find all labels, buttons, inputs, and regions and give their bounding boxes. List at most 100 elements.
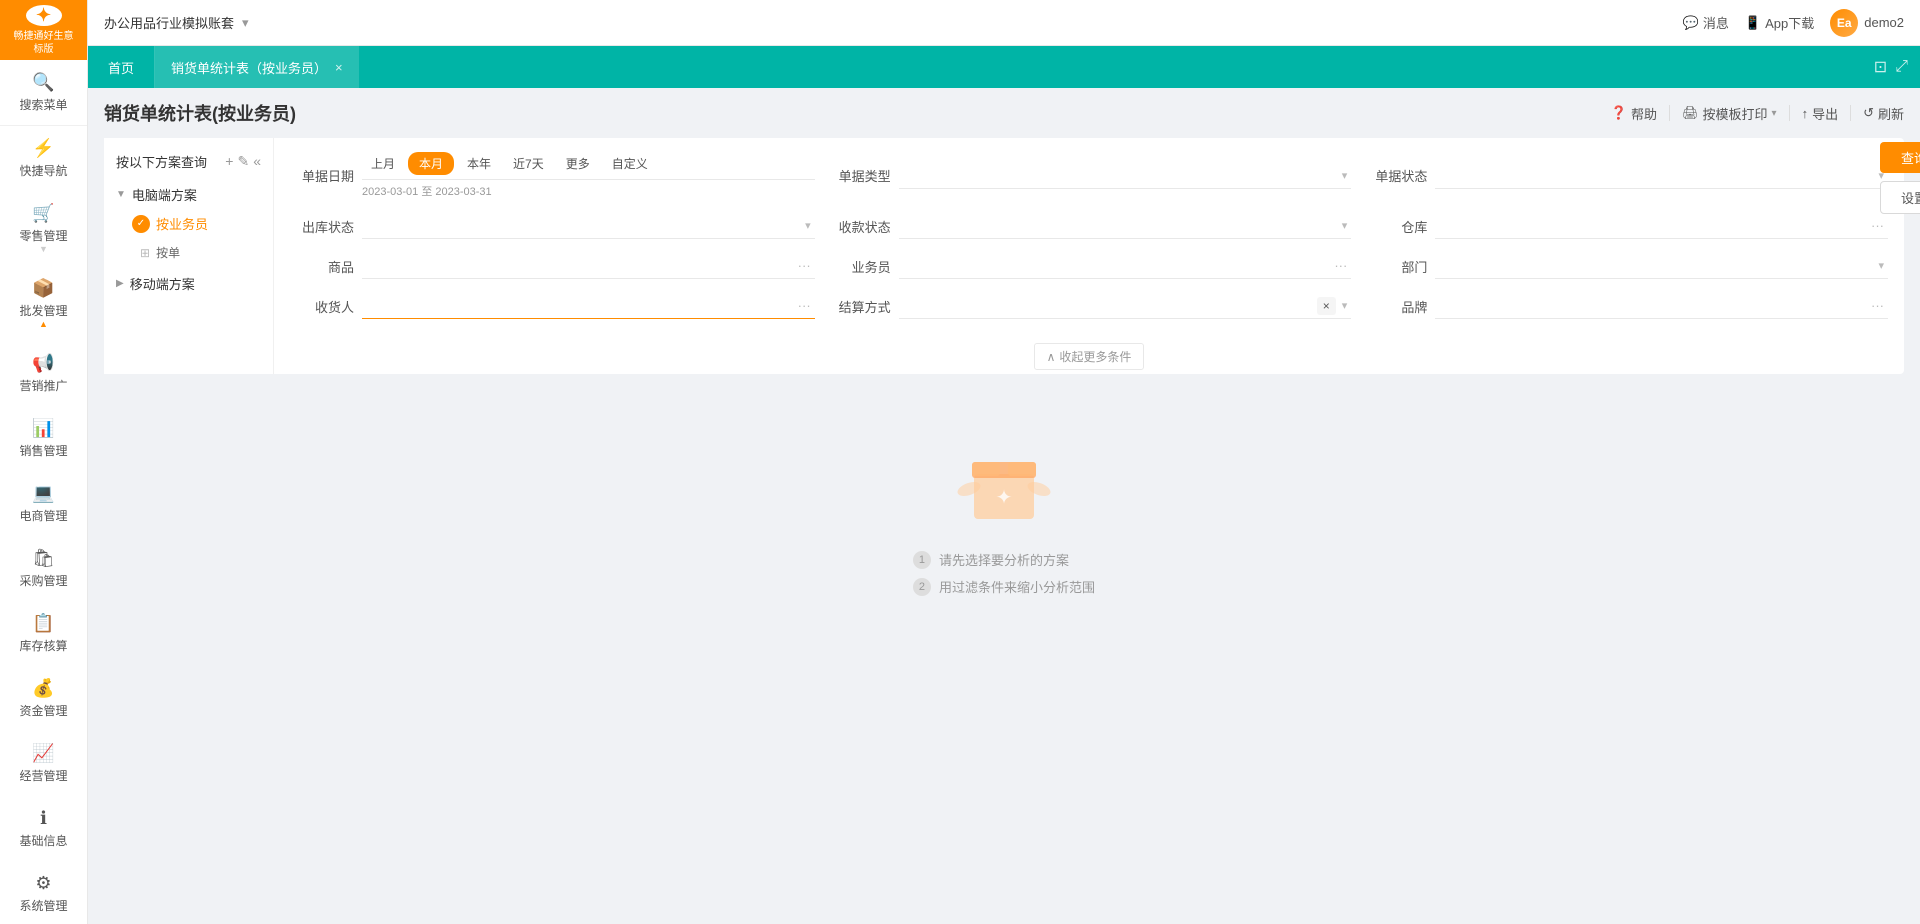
warehouse-label: 仓库	[1363, 217, 1427, 236]
sidebar-item-system[interactable]: ⚙ 系统管理	[0, 861, 87, 924]
product-field[interactable]: ···	[362, 253, 815, 279]
user-name: demo2	[1864, 15, 1904, 30]
out-status-select[interactable]: ▾	[362, 213, 815, 239]
basic-info-icon: ℹ	[40, 808, 47, 829]
department-filter: 部门 ▾	[1363, 253, 1888, 279]
date-custom[interactable]: 自定义	[603, 152, 657, 175]
nav-icon: ⚡	[32, 138, 54, 159]
doc-type-select[interactable]: ▾	[899, 163, 1352, 189]
tab-fullscreen-icon[interactable]: ⤢	[1895, 58, 1908, 76]
marketing-icon: 📢	[32, 353, 54, 374]
sidebar-operations-label: 经营管理	[19, 767, 67, 784]
salesperson-dots[interactable]: ···	[1334, 258, 1347, 273]
edit-scheme-button[interactable]: ✎	[237, 153, 249, 170]
scheme-by-salesperson[interactable]: ✓ 按业务员	[104, 208, 273, 239]
warehouse-field[interactable]: ···	[1435, 213, 1888, 239]
sidebar-purchase-label: 采购管理	[19, 572, 67, 589]
tab-restore-icon[interactable]: ⊡	[1874, 57, 1887, 77]
hint-num-1: 1	[913, 551, 931, 569]
brand-dots[interactable]: ···	[1871, 298, 1884, 313]
export-button[interactable]: ↑ 导出	[1802, 104, 1839, 123]
collapse-scheme-button[interactable]: «	[253, 153, 261, 170]
receive-status-label: 收款状态	[827, 217, 891, 236]
sidebar-item-wholesale[interactable]: 📦 批发管理 ▲	[0, 266, 87, 341]
product-dots[interactable]: ···	[798, 258, 811, 273]
query-button[interactable]: 查询	[1880, 142, 1920, 173]
app-download-button[interactable]: 📱 App下载	[1745, 13, 1814, 32]
pc-group-header[interactable]: ▼ 电脑端方案	[104, 181, 273, 208]
refresh-icon: ↺	[1863, 105, 1874, 121]
receive-status-filter: 收款状态 ▾	[827, 213, 1352, 239]
sidebar-item-inventory[interactable]: 📋 库存核算	[0, 601, 87, 666]
department-field[interactable]: ▾	[1435, 253, 1888, 279]
date-this-year[interactable]: 本年	[458, 152, 500, 175]
user-menu[interactable]: Ea demo2	[1830, 9, 1904, 37]
tab-home[interactable]: 首页	[88, 46, 155, 88]
filter-row-3: 商品 ··· 业务员 ···	[274, 239, 1904, 279]
date-more[interactable]: 更多	[557, 152, 599, 175]
top-header: 办公用品行业模拟账套 ▾ 💬 消息 📱 App下载 Ea demo2	[88, 0, 1920, 46]
doc-status-select[interactable]: ▾	[1435, 163, 1888, 189]
payment-arrow: ▾	[1342, 299, 1348, 312]
product-filter: 商品 ···	[290, 253, 815, 279]
sidebar-item-purchase[interactable]: 🛍 采购管理	[0, 536, 87, 601]
date-label: 单据日期	[290, 166, 354, 185]
tab-close-icon[interactable]: ×	[335, 60, 343, 75]
filter-row-4: 收货人 ··· 结算方式	[274, 279, 1904, 331]
sidebar-item-quick-nav[interactable]: ⚡ 快捷导航	[0, 126, 87, 191]
settings-button[interactable]: 设置	[1880, 181, 1920, 214]
date-this-month[interactable]: 本月	[408, 152, 454, 175]
date-last-7[interactable]: 近7天	[504, 152, 553, 175]
print-button[interactable]: 🖨 按模板打印 ▾	[1682, 104, 1777, 123]
divider3	[1850, 105, 1851, 121]
left-scheme-panel: 按以下方案查询 + ✎ « ▼ 电脑端方案 ✓	[104, 138, 274, 374]
help-button[interactable]: ❓ 帮助	[1611, 104, 1657, 123]
refresh-button[interactable]: ↺ 刷新	[1863, 104, 1904, 123]
sidebar-item-finance[interactable]: 💰 资金管理	[0, 666, 87, 731]
empty-hints: 1 请先选择要分析的方案 2 用过滤条件来缩小分析范围	[913, 550, 1095, 604]
sidebar: ✦ 畅捷通好生意标版 🔍 搜索菜单 ⚡ 快捷导航 🛒 零售管理 ▼ 📦 批发管理…	[0, 0, 88, 924]
sidebar-retail-label: 零售管理	[19, 227, 67, 244]
header-dropdown-icon[interactable]: ▾	[242, 15, 249, 31]
sales-icon: 📊	[32, 418, 54, 439]
mobile-group-header[interactable]: ▶ 移动端方案	[104, 270, 273, 297]
sidebar-item-sales[interactable]: 📊 销售管理	[0, 406, 87, 471]
sidebar-item-basic-info[interactable]: ℹ 基础信息	[0, 796, 87, 861]
sidebar-item-retail[interactable]: 🛒 零售管理 ▼	[0, 191, 87, 266]
sidebar-sales-label: 销售管理	[19, 442, 67, 459]
ecommerce-icon: 💻	[32, 483, 54, 504]
tab-sales-report[interactable]: 销货单统计表（按业务员） ×	[155, 46, 359, 88]
print-icon: 🖨	[1682, 105, 1699, 121]
date-last-month[interactable]: 上月	[362, 152, 404, 175]
sidebar-wholesale-label: 批发管理	[19, 302, 67, 319]
order-icon: ⊞	[140, 246, 150, 260]
brand-label: 品牌	[1363, 297, 1427, 316]
divider2	[1789, 105, 1790, 121]
sidebar-item-ecommerce[interactable]: 💻 电商管理	[0, 471, 87, 536]
query-settings-btns: 查询 设置	[1880, 142, 1920, 214]
mobile-group-arrow: ▶	[116, 278, 124, 289]
consignee-dots[interactable]: ···	[798, 298, 811, 313]
hint-num-2: 2	[913, 578, 931, 596]
payment-tag: ×	[1317, 297, 1336, 315]
print-dropdown-icon[interactable]: ▾	[1772, 108, 1777, 119]
receive-status-select[interactable]: ▾	[899, 213, 1352, 239]
brand-field[interactable]: ···	[1435, 293, 1888, 319]
salesperson-field[interactable]: ···	[899, 253, 1352, 279]
left-panel-actions: + ✎ «	[225, 153, 261, 170]
add-scheme-button[interactable]: +	[225, 153, 233, 170]
sidebar-item-search[interactable]: 🔍 搜索菜单	[0, 60, 87, 126]
sidebar-item-operations[interactable]: 📈 经营管理	[0, 731, 87, 796]
message-button[interactable]: 💬 消息	[1683, 13, 1729, 32]
empty-state: ✦ 1 请先选择要分析的方案 2 用过滤条件来缩小分析范围	[104, 374, 1904, 664]
consignee-field[interactable]: ···	[362, 293, 815, 319]
payment-label: 结算方式	[827, 297, 891, 316]
collapse-button[interactable]: ∧ 收起更多条件	[1034, 343, 1145, 370]
sidebar-item-marketing[interactable]: 📢 营销推广	[0, 341, 87, 406]
salesperson-label: 业务员	[827, 257, 891, 276]
payment-field[interactable]: × ▾	[899, 293, 1352, 319]
scheme-by-order[interactable]: ⊞ 按单	[104, 239, 273, 266]
product-label: 商品	[290, 257, 354, 276]
warehouse-dots[interactable]: ···	[1871, 218, 1884, 233]
tab-actions: ⊡ ⤢	[1874, 57, 1920, 77]
